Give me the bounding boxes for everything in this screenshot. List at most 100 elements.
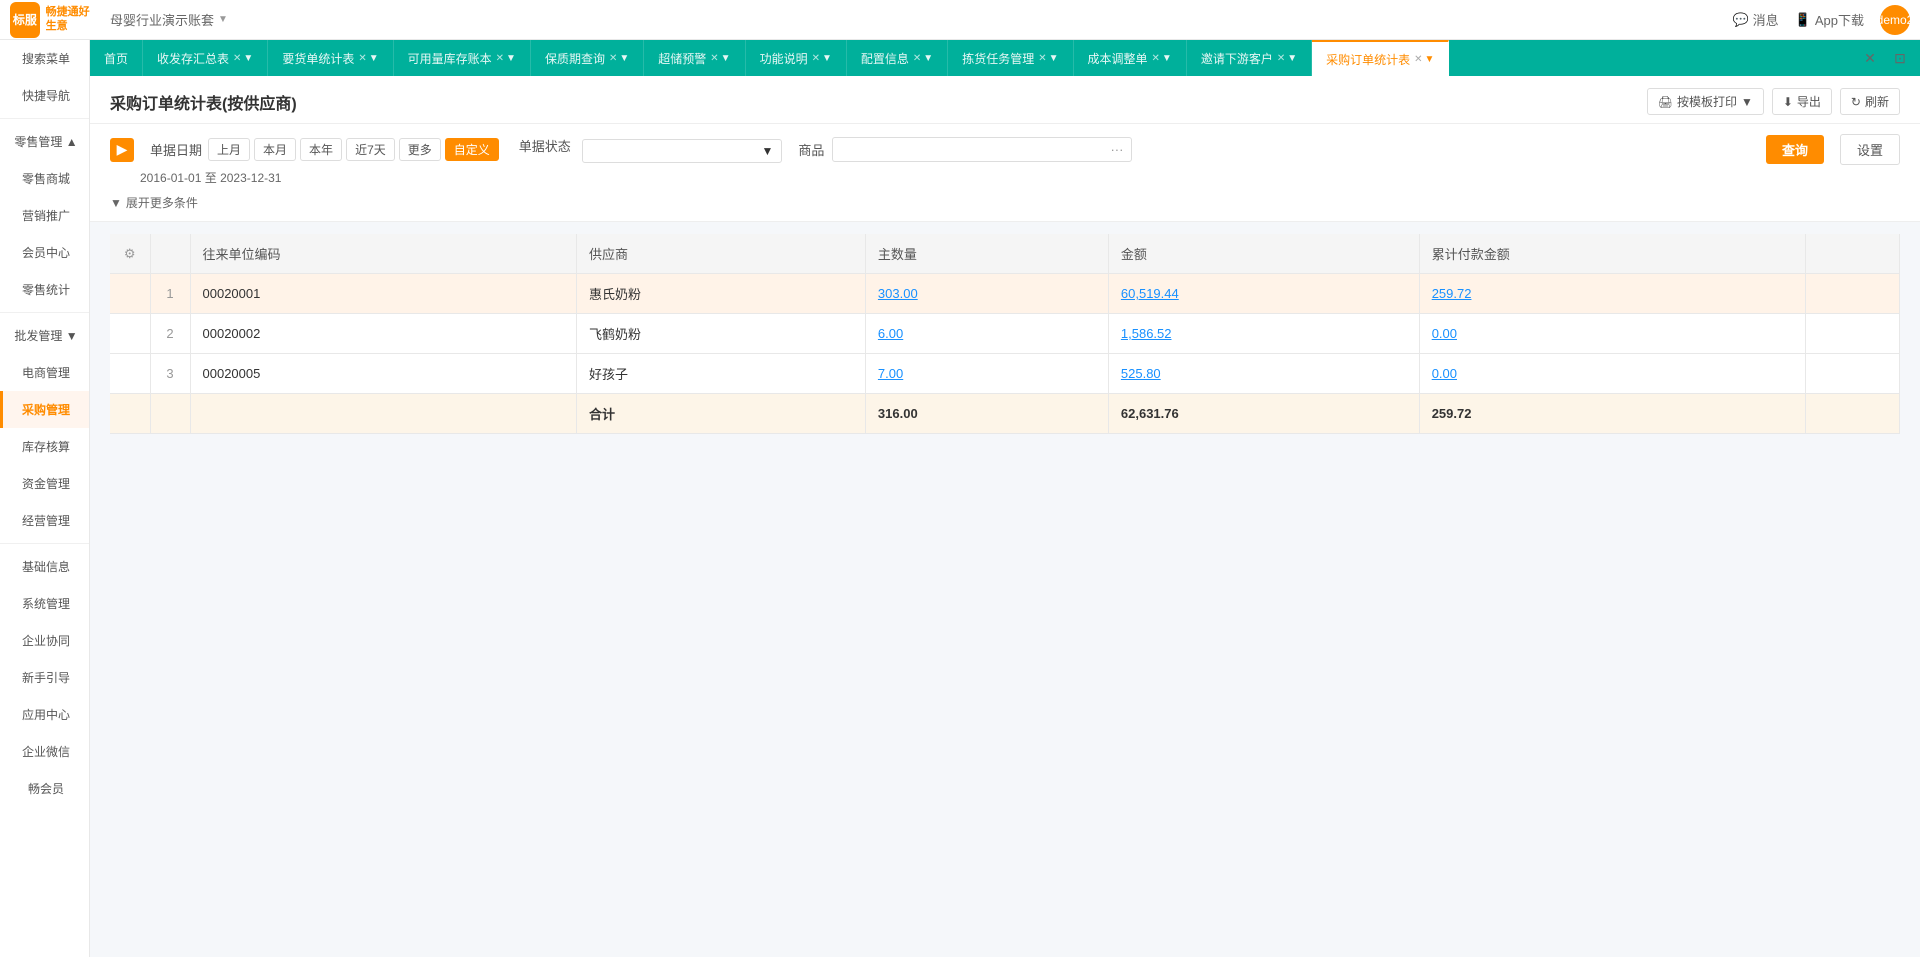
sidebar-item-quick-nav[interactable]: 快捷导航: [0, 77, 89, 114]
tab-receive-send-close-icon[interactable]: ✕: [233, 53, 241, 64]
row-amount-cell[interactable]: 1,586.52: [1108, 314, 1419, 354]
search-button[interactable]: 查询: [1766, 135, 1824, 164]
tab-func-desc-close-icon[interactable]: ✕: [812, 53, 820, 64]
filter-toggle-button[interactable]: ▶: [110, 138, 134, 162]
shortcut-last-month[interactable]: 上月: [208, 138, 250, 161]
sidebar-item-operation[interactable]: 经营管理: [0, 502, 89, 539]
row-settings-cell: [110, 314, 150, 354]
row-qty-cell[interactable]: 7.00: [865, 354, 1108, 394]
tab-overstock-warning-arrow-icon: ▼: [721, 53, 731, 64]
sidebar-item-member-center[interactable]: 会员中心: [0, 234, 89, 271]
sidebar-item-purchase[interactable]: 采购管理: [0, 391, 89, 428]
table-settings-icon[interactable]: ⚙: [124, 246, 136, 261]
sidebar-item-search[interactable]: 搜索菜单: [0, 40, 89, 77]
tab-expiry-query-close-icon[interactable]: ✕: [609, 53, 617, 64]
tab-invite-downstream-label: 邀请下游客户: [1201, 50, 1273, 67]
tab-config-info-close-icon[interactable]: ✕: [913, 53, 921, 64]
tab-available-stock-close-icon[interactable]: ✕: [496, 53, 504, 64]
tab-pick-task-close-icon[interactable]: ✕: [1038, 53, 1046, 64]
sidebar-item-retail-manage[interactable]: 零售管理 ▲: [0, 123, 89, 160]
sidebar-item-new-guide[interactable]: 新手引导: [0, 659, 89, 696]
status-select[interactable]: ▼: [582, 139, 782, 163]
shortcut-this-month[interactable]: 本月: [254, 138, 296, 161]
message-button[interactable]: 💬 消息: [1732, 10, 1778, 29]
tab-overstock-warning[interactable]: 超储预警 ✕ ▼: [644, 40, 745, 76]
tab-available-stock[interactable]: 可用量库存账本 ✕ ▼: [394, 40, 531, 76]
tab-invite-downstream[interactable]: 邀请下游客户 ✕ ▼: [1187, 40, 1312, 76]
sidebar-item-retail-mall[interactable]: 零售商城: [0, 160, 89, 197]
tab-order-stats-close-icon[interactable]: ✕: [358, 53, 366, 64]
maximize-button[interactable]: ⊡: [1888, 46, 1912, 70]
sidebar-item-marketing[interactable]: 营销推广: [0, 197, 89, 234]
tab-invite-downstream-close-icon[interactable]: ✕: [1277, 53, 1285, 64]
table-row: 3 00020005 好孩子 7.00 525.80 0.00: [110, 354, 1900, 394]
footer-qty-cell: 316.00: [865, 394, 1108, 434]
refresh-icon: ↻: [1851, 95, 1861, 109]
row-qty-cell[interactable]: 6.00: [865, 314, 1108, 354]
filter-status-item: 单据状态 ▼: [519, 136, 783, 163]
app-download-button[interactable]: 📱 App下载: [1795, 10, 1864, 29]
close-all-tabs-button[interactable]: ✕: [1858, 46, 1882, 70]
sidebar-item-sys-manage[interactable]: 系统管理: [0, 585, 89, 622]
workspace-selector[interactable]: 母婴行业演示账套 ▼: [110, 10, 228, 29]
sidebar-item-basic-info[interactable]: 基础信息: [0, 548, 89, 585]
workspace-selector-area: 母婴行业演示账套 ▼: [100, 10, 1732, 29]
sidebar-item-member[interactable]: 畅会员: [0, 770, 89, 807]
sidebar-item-inventory[interactable]: 库存核算: [0, 428, 89, 465]
tab-invite-downstream-arrow-icon: ▼: [1287, 53, 1297, 64]
tab-cost-adjust-label: 成本调整单: [1088, 50, 1148, 67]
tab-order-stats-arrow-icon: ▼: [369, 53, 379, 64]
row-paid-cell[interactable]: 259.72: [1419, 274, 1805, 314]
row-empty-cell: [1806, 354, 1900, 394]
tab-receive-send[interactable]: 收发存汇总表 ✕ ▼: [143, 40, 268, 76]
shortcut-more[interactable]: 更多: [399, 138, 441, 161]
shortcut-custom[interactable]: 自定义: [445, 138, 499, 161]
row-paid-cell[interactable]: 0.00: [1419, 314, 1805, 354]
user-avatar[interactable]: demo2: [1880, 5, 1910, 35]
print-button[interactable]: 🖨 按模板打印 ▼: [1647, 88, 1764, 115]
row-amount-cell[interactable]: 60,519.44: [1108, 274, 1419, 314]
goods-input-dots-icon[interactable]: ···: [1110, 142, 1123, 157]
tab-pick-task[interactable]: 拣货任务管理 ✕ ▼: [948, 40, 1073, 76]
expand-more-button[interactable]: ▼ 展开更多条件: [110, 194, 1900, 211]
sidebar-item-collab[interactable]: 企业协同: [0, 622, 89, 659]
sidebar-item-finance[interactable]: 资金管理: [0, 465, 89, 502]
sidebar-label-new-guide: 新手引导: [22, 671, 70, 685]
tab-cost-adjust-close-icon[interactable]: ✕: [1152, 53, 1160, 64]
row-paid-cell[interactable]: 0.00: [1419, 354, 1805, 394]
shortcut-7days[interactable]: 近7天: [346, 138, 395, 161]
tab-config-info[interactable]: 配置信息 ✕ ▼: [847, 40, 948, 76]
sidebar-item-retail-stats[interactable]: 零售统计: [0, 271, 89, 308]
tab-available-stock-arrow-icon: ▼: [506, 53, 516, 64]
sidebar-item-app-center[interactable]: 应用中心: [0, 696, 89, 733]
col-qty: 主数量: [865, 234, 1108, 274]
sidebar-label-retail-mall: 零售商城: [22, 172, 70, 186]
message-icon: 💬: [1732, 12, 1748, 28]
tab-cost-adjust[interactable]: 成本调整单 ✕ ▼: [1074, 40, 1187, 76]
row-qty-cell[interactable]: 303.00: [865, 274, 1108, 314]
tab-func-desc[interactable]: 功能说明 ✕ ▼: [746, 40, 847, 76]
tab-overstock-warning-close-icon[interactable]: ✕: [710, 53, 718, 64]
tab-order-stats[interactable]: 要货单统计表 ✕ ▼: [268, 40, 393, 76]
tab-purchase-stats[interactable]: 采购订单统计表 ✕ ▼: [1312, 40, 1449, 76]
export-button[interactable]: ⬇ 导出: [1772, 88, 1832, 115]
row-amount-cell[interactable]: 525.80: [1108, 354, 1419, 394]
table-row: 1 00020001 惠氏奶粉 303.00 60,519.44 259.72: [110, 274, 1900, 314]
sidebar-item-enterprise-wx[interactable]: 企业微信: [0, 733, 89, 770]
content-area: 首页 收发存汇总表 ✕ ▼ 要货单统计表 ✕ ▼ 可用量库存账本 ✕ ▼: [90, 40, 1920, 957]
tab-expiry-query[interactable]: 保质期查询 ✕ ▼: [531, 40, 644, 76]
print-chevron-icon: ▼: [1741, 95, 1753, 109]
tab-func-desc-label: 功能说明: [760, 50, 808, 67]
data-table: ⚙ 往来单位编码 供应商 主数量 金额 累计付款金额: [110, 234, 1900, 434]
date-from: 2016-01-01: [140, 171, 201, 185]
sidebar-item-wholesale[interactable]: 批发管理 ▼: [0, 317, 89, 354]
shortcut-this-year[interactable]: 本年: [300, 138, 342, 161]
sidebar-label-enterprise-wx: 企业微信: [22, 745, 70, 759]
tab-home[interactable]: 首页: [90, 40, 143, 76]
tab-purchase-stats-close-icon[interactable]: ✕: [1414, 54, 1422, 65]
sidebar-item-ecom[interactable]: 电商管理: [0, 354, 89, 391]
settings-button[interactable]: 设置: [1840, 134, 1900, 165]
goods-input[interactable]: [841, 143, 1110, 157]
refresh-button[interactable]: ↻ 刷新: [1840, 88, 1900, 115]
tab-func-desc-arrow-icon: ▼: [822, 53, 832, 64]
